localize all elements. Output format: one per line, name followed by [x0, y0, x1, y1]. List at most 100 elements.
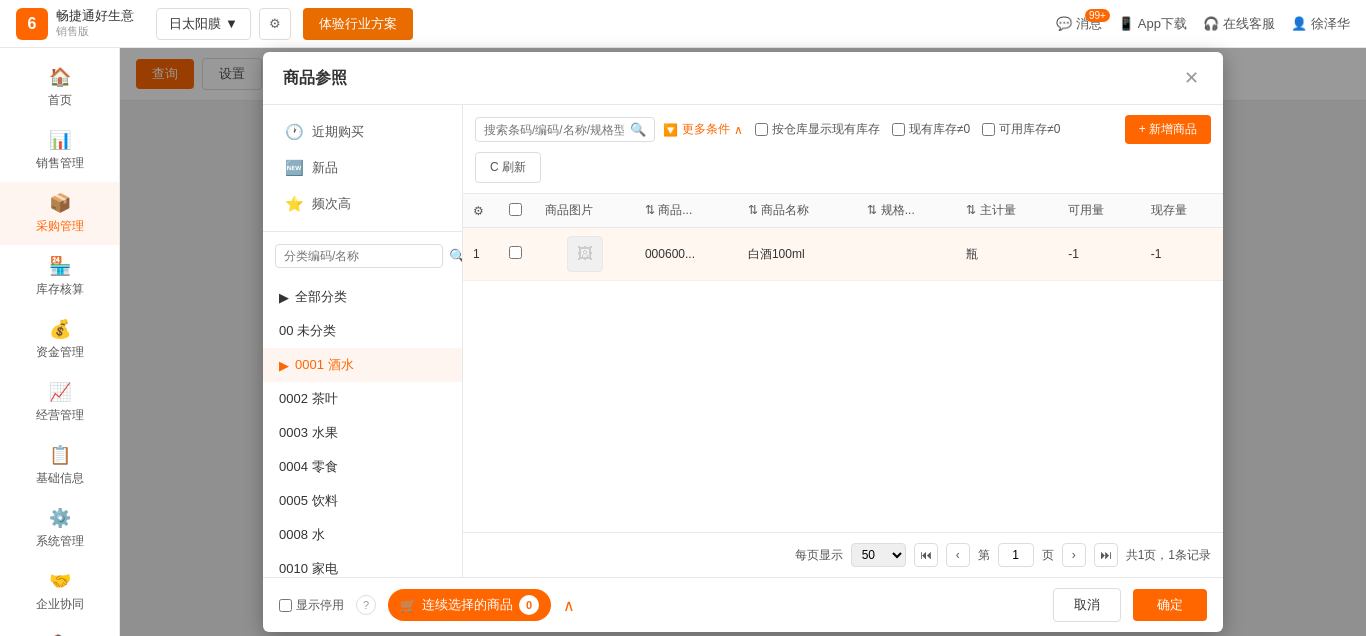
row-num: 1: [463, 228, 499, 281]
quick-tab-recent[interactable]: 🕐 近期购买: [275, 117, 450, 147]
sidebar-item-operations[interactable]: 📈 经营管理: [0, 371, 119, 434]
row-select-checkbox[interactable]: [509, 246, 522, 259]
cart-area[interactable]: 🛒 连续选择的商品 0: [388, 589, 551, 621]
sort-icon-name: ⇅: [748, 203, 758, 217]
cat-item-alcohol[interactable]: ▶ 0001 酒水: [263, 348, 462, 382]
cancel-button[interactable]: 取消: [1053, 588, 1121, 622]
modal-close-button[interactable]: ✕: [1179, 66, 1203, 90]
enterprise-icon: 🤝: [49, 570, 71, 592]
current-stock-checkbox-label[interactable]: 现有库存≠0: [892, 121, 970, 138]
help-button[interactable]: ?: [356, 595, 376, 615]
sidebar-item-sales[interactable]: 📊 销售管理: [0, 119, 119, 182]
quick-tab-frequent[interactable]: ⭐ 频次高: [275, 189, 450, 219]
finance-icon: 💰: [49, 318, 71, 340]
filter-button[interactable]: 🔽 更多条件 ∧: [663, 121, 743, 138]
sidebar-item-enterprise[interactable]: 🤝 企业协同: [0, 560, 119, 623]
refresh-button[interactable]: C 刷新: [475, 152, 541, 183]
prev-page-button[interactable]: ‹: [946, 543, 970, 567]
cart-label: 连续选择的商品: [422, 596, 513, 614]
per-page-select[interactable]: 50 100 200: [851, 543, 906, 567]
warehouse-checkbox-label[interactable]: 按仓库显示现有库存: [755, 121, 880, 138]
category-search-input[interactable]: [275, 244, 443, 268]
new-icon: 🆕: [285, 159, 304, 177]
first-page-button[interactable]: ⏮: [914, 543, 938, 567]
table-container: ⚙ 商品图片 ⇅ 商品...: [463, 194, 1223, 532]
th-product-code[interactable]: ⇅ 商品...: [635, 194, 738, 228]
row-spec: [857, 228, 956, 281]
quick-tab-new[interactable]: 🆕 新品: [275, 153, 450, 183]
checkbox-group: 按仓库显示现有库存 现有库存≠0 可用库存≠0: [755, 121, 1061, 138]
row-checkbox[interactable]: [499, 228, 535, 281]
available-stock-checkbox[interactable]: [982, 123, 995, 136]
th-spec[interactable]: ⇅ 规格...: [857, 194, 956, 228]
confirm-button[interactable]: 确定: [1133, 589, 1207, 621]
user-nav-item[interactable]: 👤 徐泽华: [1291, 15, 1350, 33]
arrow-active-icon: ▶: [279, 358, 289, 373]
cat-item-snack[interactable]: 0004 零食: [263, 450, 462, 484]
cat-item-all[interactable]: ▶ 全部分类: [263, 280, 462, 314]
pagination: 每页显示 50 100 200 ⏮ ‹ 第 页 ›: [463, 532, 1223, 577]
gear-button[interactable]: ⚙: [259, 8, 291, 40]
sidebar-item-home[interactable]: 🏠 首页: [0, 56, 119, 119]
arrow-icon: ▶: [279, 290, 289, 305]
cat-item-appliance[interactable]: 0010 家电: [263, 552, 462, 577]
cat-item-beverage[interactable]: 0005 饮料: [263, 484, 462, 518]
sidebar-item-purchase[interactable]: 📦 采购管理: [0, 182, 119, 245]
sidebar-item-system[interactable]: ⚙️ 系统管理: [0, 497, 119, 560]
last-page-button[interactable]: ⏭: [1094, 543, 1118, 567]
product-search-input[interactable]: [484, 123, 624, 137]
page-label: 第: [978, 547, 990, 564]
sidebar-item-guide[interactable]: 📚 新手引导: [0, 623, 119, 636]
sidebar-label-sales: 销售管理: [36, 155, 84, 172]
exp-button[interactable]: 体验行业方案: [303, 8, 413, 40]
product-reference-modal: 商品参照 ✕ 🕐 近期购买 🆕: [263, 52, 1223, 632]
th-unit[interactable]: ⇅ 主计量: [956, 194, 1058, 228]
show-disabled-checkbox-label[interactable]: 显示停用: [279, 597, 344, 614]
cat-item-fruit[interactable]: 0003 水果: [263, 416, 462, 450]
warehouse-checkbox[interactable]: [755, 123, 768, 136]
available-stock-checkbox-label[interactable]: 可用库存≠0: [982, 121, 1060, 138]
show-disabled-checkbox[interactable]: [279, 599, 292, 612]
table-row[interactable]: 1 🖼 000600... 白酒100ml 瓶: [463, 228, 1223, 281]
logo-icon: 6: [16, 8, 48, 40]
modal-header: 商品参照 ✕: [263, 52, 1223, 105]
category-search-row: 🔍: [263, 236, 462, 276]
sidebar-label-system: 系统管理: [36, 533, 84, 550]
cat-item-tea[interactable]: 0002 茶叶: [263, 382, 462, 416]
online-service-nav-item[interactable]: 🎧 在线客服: [1203, 15, 1275, 33]
page-unit: 页: [1042, 547, 1054, 564]
quick-tabs: 🕐 近期购买 🆕 新品 ⭐ 频次高: [263, 105, 462, 227]
th-checkbox: [499, 194, 535, 228]
sort-icon: ⇅: [645, 203, 655, 217]
toolbar: 🔍 🔽 更多条件 ∧ 按仓库显示现有库存: [463, 105, 1223, 194]
left-panel: 🕐 近期购买 🆕 新品 ⭐ 频次高: [263, 105, 463, 577]
collapse-button[interactable]: ∧: [563, 596, 575, 615]
cat-item-unclassified[interactable]: 00 未分类: [263, 314, 462, 348]
page-number-input[interactable]: [998, 543, 1034, 567]
sidebar-item-basic-info[interactable]: 📋 基础信息: [0, 434, 119, 497]
current-stock-checkbox[interactable]: [892, 123, 905, 136]
product-image: 🖼: [567, 236, 603, 272]
th-product-name[interactable]: ⇅ 商品名称: [738, 194, 858, 228]
right-panel: 🔍 🔽 更多条件 ∧ 按仓库显示现有库存: [463, 105, 1223, 577]
row-image: 🖼: [535, 228, 635, 281]
th-settings[interactable]: ⚙: [463, 194, 499, 228]
sidebar-item-finance[interactable]: 💰 资金管理: [0, 308, 119, 371]
messages-nav-item[interactable]: 💬 消息 99+: [1056, 15, 1102, 33]
th-product-image: 商品图片: [535, 194, 635, 228]
next-page-button[interactable]: ›: [1062, 543, 1086, 567]
sidebar-item-inventory[interactable]: 🏪 库存核算: [0, 245, 119, 308]
app-download-nav-item[interactable]: 📱 App下载: [1118, 15, 1187, 33]
product-search-icon[interactable]: 🔍: [630, 122, 646, 137]
th-stock: 现存量: [1141, 194, 1223, 228]
select-all-checkbox[interactable]: [509, 203, 522, 216]
sort-icon-spec: ⇅: [867, 203, 877, 217]
nav-selector[interactable]: 日太阳膜 ▼: [156, 8, 251, 40]
row-code: 000600...: [635, 228, 738, 281]
cart-count: 0: [519, 595, 539, 615]
category-search-icon[interactable]: 🔍: [449, 248, 463, 264]
add-product-button[interactable]: + 新增商品: [1125, 115, 1211, 144]
footer-left: 显示停用: [279, 597, 344, 614]
modal-footer: 显示停用 ? 🛒 连续选择的商品 0 ∧ 取消 确定: [263, 577, 1223, 632]
cat-item-water[interactable]: 0008 水: [263, 518, 462, 552]
